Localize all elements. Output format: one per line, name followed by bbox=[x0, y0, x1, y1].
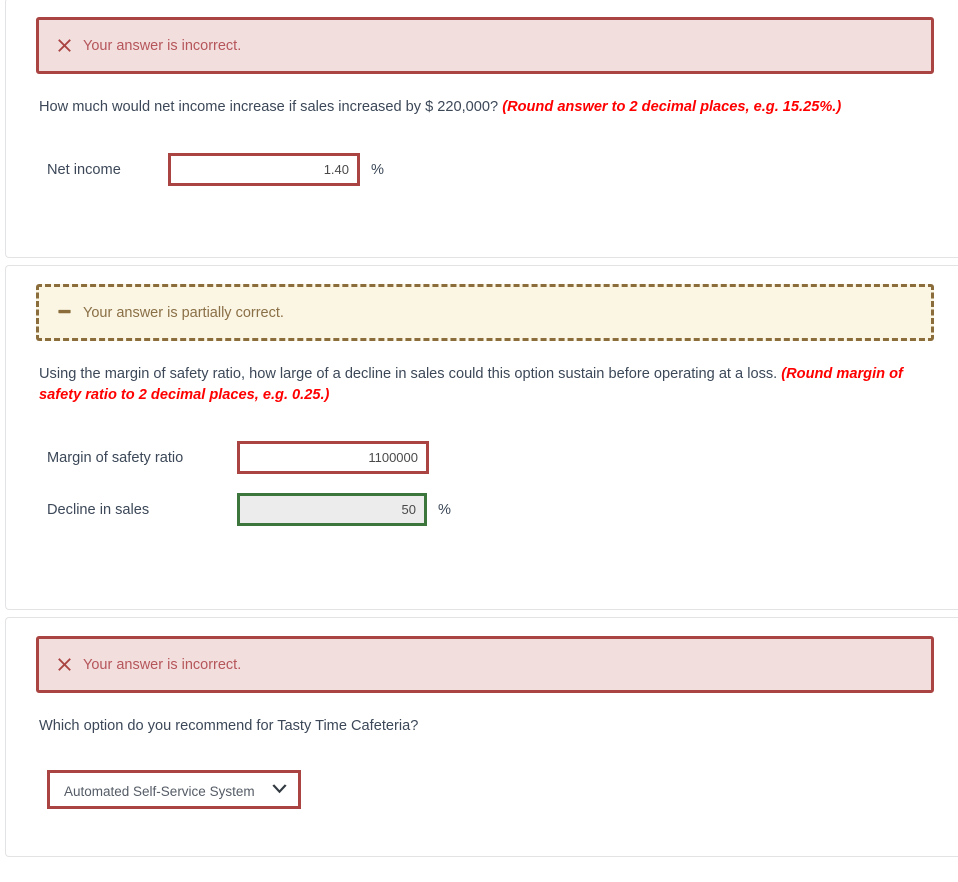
question-body: Which option do you recommend for Tasty … bbox=[39, 718, 419, 734]
question-text-2: Using the margin of safety ratio, how la… bbox=[39, 364, 924, 406]
minus-dash-icon bbox=[57, 304, 83, 319]
answer-row-decline-in-sales: Decline in sales % bbox=[47, 493, 958, 527]
answer-row-net-income: Net income % bbox=[47, 153, 958, 187]
question-body: How much would net income increase if sa… bbox=[39, 99, 503, 115]
percent-sign-net-income: % bbox=[371, 161, 384, 178]
answer-label-margin-of-safety-ratio: Margin of safety ratio bbox=[47, 449, 184, 466]
question-hint: (Round answer to 2 decimal places, e.g. … bbox=[502, 99, 842, 115]
x-mark-icon bbox=[57, 657, 83, 672]
alert-partial-2: Your answer is partially correct. bbox=[36, 284, 934, 341]
chevron-down-icon bbox=[268, 784, 290, 796]
question-body: Using the margin of safety ratio, how la… bbox=[39, 366, 782, 382]
alert-message: Your answer is incorrect. bbox=[83, 37, 242, 54]
alert-message: Your answer is partially correct. bbox=[83, 304, 284, 321]
answer-label-net-income: Net income bbox=[47, 161, 121, 178]
answer-row-margin-of-safety-ratio: Margin of safety ratio bbox=[47, 441, 958, 475]
question-card-1: Your answer is incorrect. How much would… bbox=[5, 0, 958, 258]
x-mark-icon bbox=[57, 38, 83, 53]
question-text-3: Which option do you recommend for Tasty … bbox=[39, 716, 924, 737]
question-card-2: Your answer is partially correct. Using … bbox=[5, 265, 958, 610]
decline-in-sales-input[interactable] bbox=[237, 493, 427, 527]
quiz-page: Your answer is incorrect. How much would… bbox=[0, 0, 958, 857]
net-income-input[interactable] bbox=[168, 153, 360, 187]
margin-of-safety-ratio-input[interactable] bbox=[237, 441, 429, 475]
question-card-3: Your answer is incorrect. Which option d… bbox=[5, 617, 958, 857]
alert-incorrect-3: Your answer is incorrect. bbox=[36, 636, 934, 693]
answer-label-decline-in-sales: Decline in sales bbox=[47, 501, 150, 518]
recommendation-dropdown-value: Automated Self-Service System bbox=[64, 783, 255, 799]
question-text-1: How much would net income increase if sa… bbox=[39, 97, 924, 118]
recommendation-dropdown[interactable]: Automated Self-Service System bbox=[47, 770, 301, 810]
percent-sign-decline-in-sales: % bbox=[438, 501, 451, 518]
alert-message: Your answer is incorrect. bbox=[83, 656, 242, 673]
alert-incorrect-1: Your answer is incorrect. bbox=[36, 17, 934, 74]
